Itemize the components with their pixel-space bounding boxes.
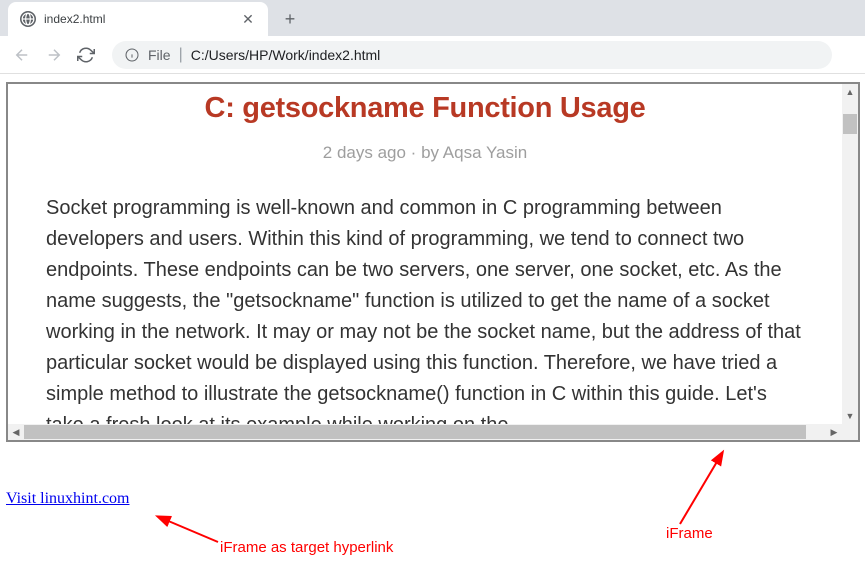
scroll-corner xyxy=(842,424,858,440)
meta-author: by Aqsa Yasin xyxy=(421,143,527,162)
tab-title: index2.html xyxy=(44,12,232,26)
scroll-up-icon[interactable]: ▲ xyxy=(842,84,858,100)
toolbar: File | C:/Users/HP/Work/index2.html xyxy=(0,36,865,74)
url-text: C:/Users/HP/Work/index2.html xyxy=(191,47,381,63)
article-body: Socket programming is well-known and com… xyxy=(46,193,804,424)
article-meta: 2 days ago · by Aqsa Yasin xyxy=(46,143,804,163)
file-scheme-label: File xyxy=(148,47,171,63)
meta-time: 2 days ago xyxy=(323,143,406,162)
scroll-left-icon[interactable]: ◀ xyxy=(8,424,24,440)
scroll-down-icon[interactable]: ▼ xyxy=(842,408,858,424)
iframe-content: C: getsockname Function Usage 2 days ago… xyxy=(8,84,842,424)
address-bar[interactable]: File | C:/Users/HP/Work/index2.html xyxy=(112,41,832,69)
meta-separator: · xyxy=(406,143,421,162)
horizontal-scrollbar[interactable]: ◀ ▶ xyxy=(8,424,842,440)
iframe: C: getsockname Function Usage 2 days ago… xyxy=(6,82,860,442)
browser-tab[interactable]: index2.html ✕ xyxy=(8,2,268,36)
article-title: C: getsockname Function Usage xyxy=(46,92,804,125)
address-divider: | xyxy=(179,46,183,64)
back-button[interactable] xyxy=(8,41,36,69)
globe-icon xyxy=(20,11,36,27)
reload-button[interactable] xyxy=(72,41,100,69)
scroll-right-icon[interactable]: ▶ xyxy=(826,424,842,440)
info-icon xyxy=(124,47,140,63)
annotation-hyperlink: iFrame as target hyperlink xyxy=(220,539,393,556)
vertical-scroll-thumb[interactable] xyxy=(843,114,857,134)
link-container: Visit linuxhint.com xyxy=(6,490,859,508)
close-icon[interactable]: ✕ xyxy=(240,11,256,27)
arrow-to-link xyxy=(158,514,228,549)
tab-bar: index2.html ✕ + xyxy=(0,0,865,36)
new-tab-button[interactable]: + xyxy=(276,5,304,33)
annotation-iframe: iFrame xyxy=(666,525,713,542)
visit-link[interactable]: Visit linuxhint.com xyxy=(6,490,129,507)
forward-button[interactable] xyxy=(40,41,68,69)
horizontal-scroll-thumb[interactable] xyxy=(24,425,806,439)
page-content: C: getsockname Function Usage 2 days ago… xyxy=(0,74,865,508)
vertical-scrollbar[interactable]: ▲ ▼ xyxy=(842,84,858,424)
